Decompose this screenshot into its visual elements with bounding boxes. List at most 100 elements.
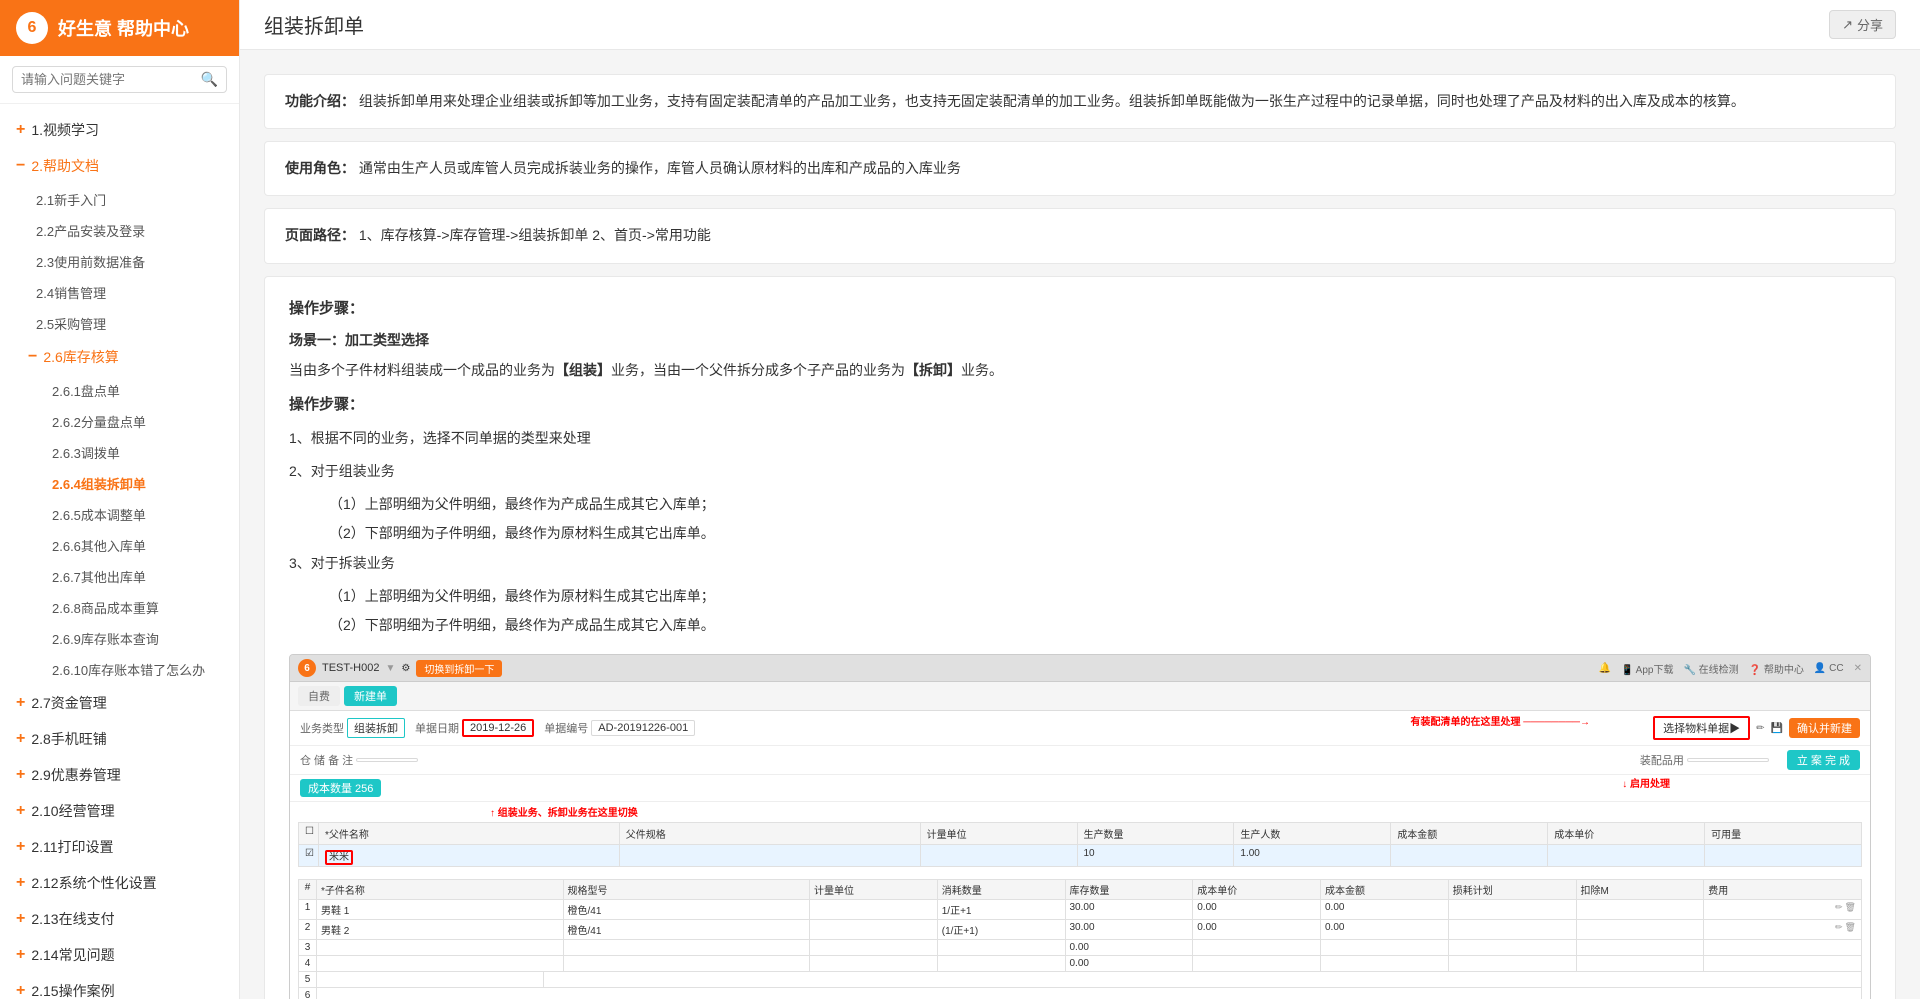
lower-table-row-4: 4 0.00 <box>298 956 1862 972</box>
cell-stock-qty: 0.00 <box>1066 940 1194 955</box>
cell-sub-name <box>317 972 544 987</box>
topbar: 组装拆卸单 ↗ 分享 <box>240 0 1920 50</box>
search-box: 🔍 <box>0 56 239 104</box>
sidebar-item-finance[interactable]: + 2.7资金管理 <box>0 685 239 721</box>
sidebar-item-coupon[interactable]: + 2.9优惠券管理 <box>0 757 239 793</box>
sidebar-item-inventory[interactable]: − 2.6库存核算 <box>0 339 239 375</box>
sidebar-item-print[interactable]: + 2.11打印设置 <box>0 829 239 865</box>
sidebar-item-label: 2.9优惠券管理 <box>31 765 120 785</box>
sidebar-item-mobile[interactable]: + 2.8手机旺铺 <box>0 721 239 757</box>
cell-cost <box>1704 956 1831 971</box>
row-prod-persons: 1.00 <box>1234 845 1391 866</box>
annotation-bom: 有装配清单的在这里处理 ────────→ <box>1411 713 1590 728</box>
expand-icon-2-13: + <box>16 910 25 928</box>
step3-2: （2）下部明细为子件明细，最终作为产成品生成其它入库单。 <box>289 613 1871 638</box>
doc-type-btn[interactable]: 切换到拆卸一下 <box>416 660 502 677</box>
sidebar-item-label: 2.8手机旺铺 <box>31 729 106 749</box>
field-warehouse: 仓 储 备 注 <box>300 752 418 768</box>
sidebar-item-stocktake[interactable]: 2.6.1盘点单 <box>0 375 239 406</box>
cell-sub-spec: 橙色/41 <box>564 920 811 939</box>
toolbar-right: 选择物料单据▶ ✏ 💾 确认并新建 <box>1653 716 1860 740</box>
expand-icon-2-14: + <box>16 946 25 964</box>
search-input[interactable] <box>21 72 201 87</box>
sidebar-item-label: 1.视频学习 <box>31 120 99 140</box>
cell-deduct <box>1577 940 1705 955</box>
share-button[interactable]: ↗ 分享 <box>1829 10 1896 39</box>
sidebar-item-label: 2.13在线支付 <box>31 909 114 929</box>
expand-icon-1: + <box>16 121 25 139</box>
sidebar-item-purchase[interactable]: 2.5采购管理 <box>0 308 239 339</box>
row-edit-btn[interactable]: ✏ <box>1835 902 1843 917</box>
tab-new-doc[interactable]: 新建单 <box>344 686 397 706</box>
sidebar-item-cases[interactable]: + 2.15操作案例 <box>0 973 239 999</box>
sidebar-item-other-in[interactable]: 2.6.6其他入库单 <box>0 530 239 561</box>
sidebar-item-label: 2.7资金管理 <box>31 693 106 713</box>
row-checkbox[interactable]: ☑ <box>299 845 319 866</box>
ops-steps-title: 操作步骤： <box>289 393 1871 414</box>
step1: 1、根据不同的业务，选择不同单据的类型来处理 <box>289 426 1871 451</box>
search-icon[interactable]: 🔍 <box>201 71 218 88</box>
role-text: 通常由生产人员或库管人员完成拆装业务的操作，库管人员确认原材料的出库和产成品的入… <box>359 160 961 176</box>
save-icon[interactable]: 💾 <box>1771 723 1783 734</box>
step3: 3、对于拆装业务 <box>289 551 1871 576</box>
cell-no: 5 <box>299 972 317 987</box>
close-icon[interactable]: ✕ <box>1854 663 1862 674</box>
sidebar-item-cost-adjust[interactable]: 2.6.5成本调整单 <box>0 499 239 530</box>
step2: 2、对于组装业务 <box>289 459 1871 484</box>
sidebar-item-split-stocktake[interactable]: 2.6.2分量盘点单 <box>0 406 239 437</box>
expand-icon-2-8: + <box>16 730 25 748</box>
cell-deduct <box>1577 920 1705 939</box>
step2-2: （2）下部明细为子件明细，最终作为原材料生成其它出库单。 <box>289 521 1871 546</box>
search-input-wrap[interactable]: 🔍 <box>12 66 227 93</box>
biz-type-value[interactable]: 组装拆卸 <box>347 718 405 738</box>
path-text: 1、库存核算->库存管理->组装拆卸单 2、首页->常用功能 <box>359 227 711 243</box>
sidebar-item-ops-mgmt[interactable]: + 2.10经营管理 <box>0 793 239 829</box>
sidebar-item-faq[interactable]: + 2.14常见问题 <box>0 937 239 973</box>
tab-self-pay[interactable]: 自费 <box>298 686 340 706</box>
cell-deduct <box>1577 900 1705 919</box>
col-checkbox: ☐ <box>299 823 319 844</box>
screenshot: 6 TEST-H002 ▼ ⚙ 切换到拆卸一下 🔔 📱 App下载 🔧 在线检测… <box>289 654 1871 999</box>
sidebar-item-cost-recalc[interactable]: 2.6.8商品成本重算 <box>0 592 239 623</box>
row-cost-amount <box>1391 845 1548 866</box>
doc-date-value[interactable]: 2019-12-26 <box>462 719 534 737</box>
col-sub-amount: 成本金额 <box>1321 880 1449 899</box>
sidebar-item-sys-config[interactable]: + 2.12系统个性化设置 <box>0 865 239 901</box>
sidebar-item-transfer[interactable]: 2.6.3调拨单 <box>0 437 239 468</box>
sidebar-item-help-docs[interactable]: − 2.帮助文档 <box>0 148 239 184</box>
row-delete-btn[interactable]: 🗑 <box>1845 922 1856 937</box>
warehouse-input[interactable] <box>356 758 418 762</box>
cell-no: 1 <box>299 900 317 919</box>
sidebar-item-install-login[interactable]: 2.2产品安装及登录 <box>0 215 239 246</box>
main-area: 组装拆卸单 ↗ 分享 功能介绍： 组装拆卸单用来处理企业组装或拆卸等加工业务，支… <box>240 0 1920 999</box>
col-prod-qty: 生产数量 <box>1078 823 1235 844</box>
confirm-btn[interactable]: 立 案 完 成 <box>1787 750 1860 770</box>
sidebar-item-online-pay[interactable]: + 2.13在线支付 <box>0 901 239 937</box>
row-delete-btn[interactable]: 🗑 <box>1845 902 1856 917</box>
sidebar-logo: 6 <box>16 12 48 44</box>
cell-loss <box>1449 940 1577 955</box>
doc-date-label: 单据日期 <box>415 720 459 736</box>
edit-icon[interactable]: ✏ <box>1756 723 1764 734</box>
select-bom-btn[interactable]: 选择物料单据▶ <box>1653 716 1750 740</box>
sidebar-item-other-out[interactable]: 2.6.7其他出库单 <box>0 561 239 592</box>
sidebar-item-beginner[interactable]: 2.1新手入门 <box>0 184 239 215</box>
sidebar-item-video-learning[interactable]: + 1.视频学习 <box>0 112 239 148</box>
row-edit-btn[interactable]: ✏ <box>1835 922 1843 937</box>
cell-rest <box>544 972 1861 987</box>
expand-icon-2-11: + <box>16 838 25 856</box>
help-icon: ❓ 帮助中心 <box>1749 661 1804 676</box>
sidebar-item-sales[interactable]: 2.4销售管理 <box>0 277 239 308</box>
sidebar-item-ledger-query[interactable]: 2.6.9库存账本查询 <box>0 623 239 654</box>
sidebar-item-ledger-fix[interactable]: 2.6.10库存账本错了怎么办 <box>0 654 239 685</box>
sidebar-item-data-prep[interactable]: 2.3使用前数据准备 <box>0 246 239 277</box>
cell-no: 3 <box>299 940 317 955</box>
settings-icon: ⚙ <box>401 663 410 674</box>
company-name: TEST-H002 <box>322 662 379 674</box>
cell-sub-amount: 0.00 <box>1321 900 1449 919</box>
sidebar-item-assembly[interactable]: 2.6.4组装拆卸单 <box>0 468 239 499</box>
confirm-new-btn[interactable]: 确认并新建 <box>1789 718 1860 738</box>
scene1-title: 场景一：加工类型选择 <box>289 330 1871 350</box>
lower-table-header: # *子件名称 规格型号 计量单位 消耗数量 库存数量 成本单价 成本金额 损耗… <box>298 879 1862 900</box>
assembly-input[interactable] <box>1687 758 1769 762</box>
